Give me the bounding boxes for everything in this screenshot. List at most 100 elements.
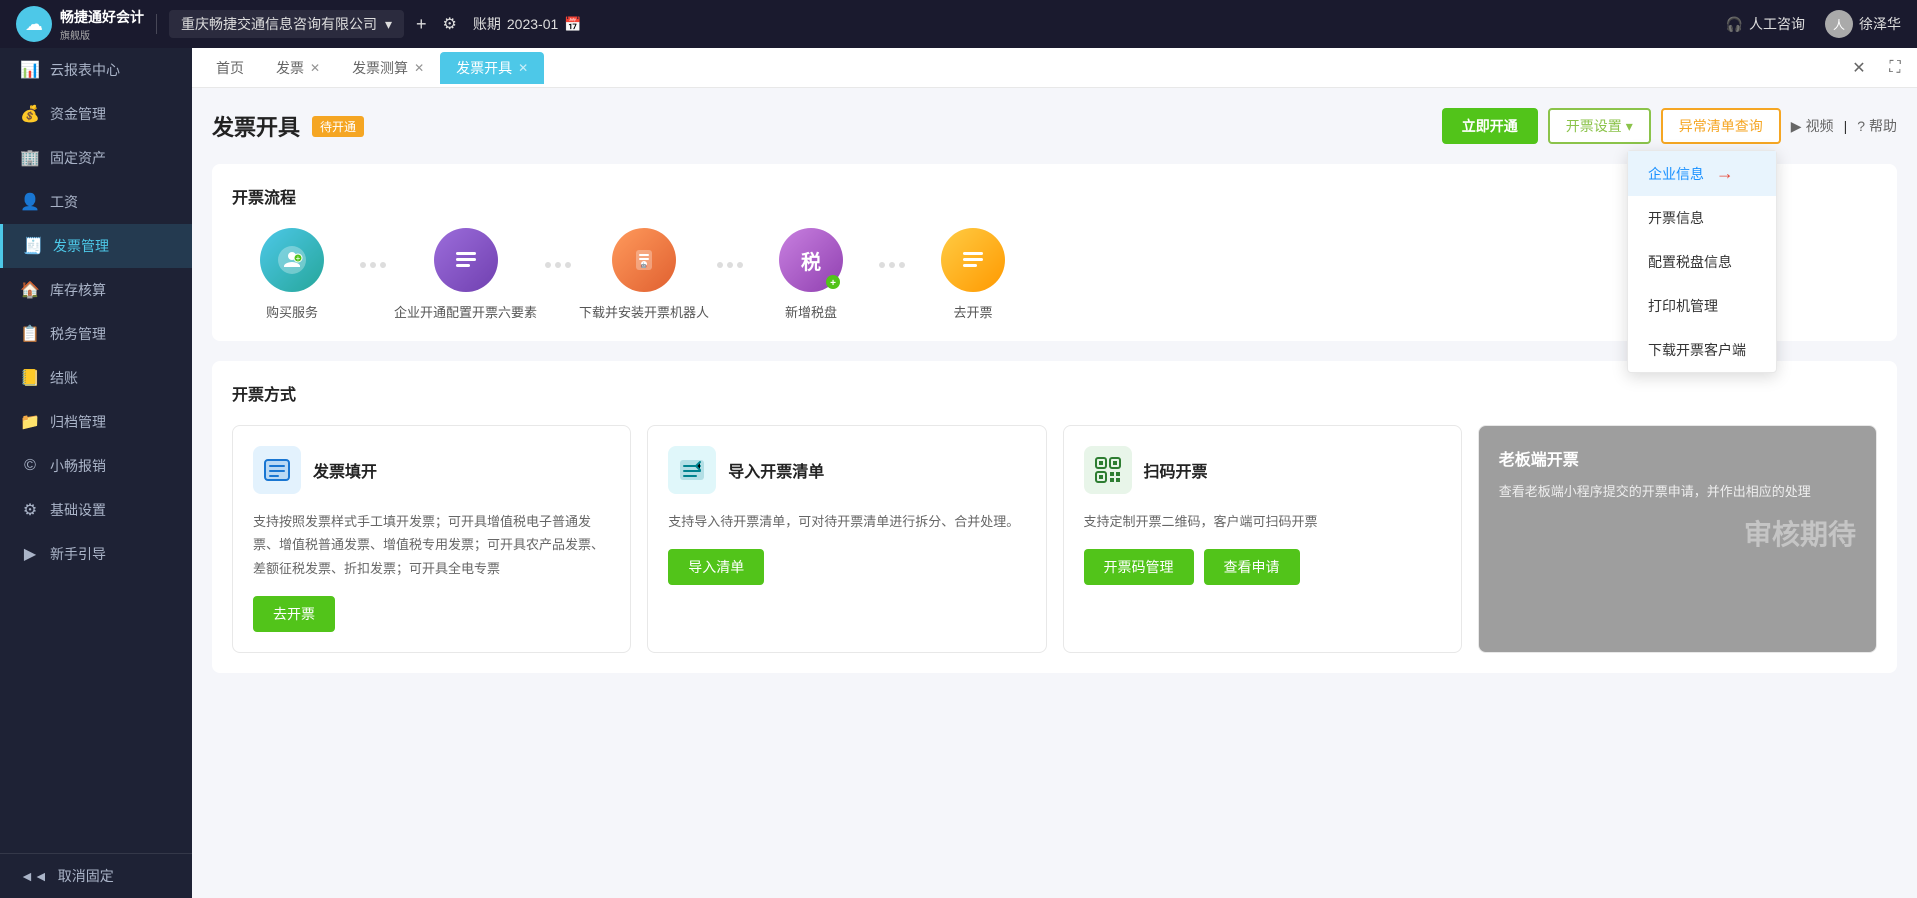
building-icon: 🏢 xyxy=(20,148,40,168)
period-label: 账期 xyxy=(473,14,501,34)
flow-step-2: 企业开通配置开票六要素 xyxy=(394,228,537,321)
user-info[interactable]: 人 徐泽华 xyxy=(1825,10,1901,38)
sidebar-item-jiezhang[interactable]: 📒 结账 xyxy=(0,356,192,400)
company-selector[interactable]: 重庆畅捷交通信息咨询有限公司 ▾ xyxy=(169,10,404,38)
scan-manage-button[interactable]: 开票码管理 xyxy=(1084,549,1194,585)
dropdown-item-download[interactable]: 下载开票客户端 xyxy=(1628,328,1776,372)
methods-section: 开票方式 发票填开 支持按照发票样式手工填开发票；可开具增值税电子普通发票、增值… xyxy=(212,361,1897,673)
help-button[interactable]: ? 帮助 xyxy=(1857,116,1897,136)
content-area: 首页 发票 ✕ 发票测算 ✕ 发票开具 ✕ ✕ ⛶ xyxy=(192,48,1917,898)
receipt-icon: 🧾 xyxy=(23,236,43,256)
settings-button[interactable]: 开票设置 ▾ xyxy=(1548,108,1651,144)
scan-title: 扫码开票 xyxy=(1144,458,1208,482)
chart-icon: 📊 xyxy=(20,60,40,80)
tab-fapiaokaiju[interactable]: 发票开具 ✕ xyxy=(440,52,544,84)
sidebar-item-guidang[interactable]: 📁 归档管理 xyxy=(0,400,192,444)
method-import-header: 导入开票清单 xyxy=(668,446,1025,494)
pending-overlay: 审核期待 xyxy=(1499,513,1856,553)
dropdown-label-kaipiaoxinxi: 开票信息 xyxy=(1648,210,1704,226)
tab-fapiao-close[interactable]: ✕ xyxy=(310,61,320,75)
import-icon xyxy=(668,446,716,494)
ledger-icon: 📒 xyxy=(20,368,40,388)
scan-view-button[interactable]: 查看申请 xyxy=(1204,549,1300,585)
company-name: 重庆畅捷交通信息咨询有限公司 xyxy=(181,14,377,34)
anomaly-button[interactable]: 异常清单查询 xyxy=(1661,108,1781,144)
connector-3 xyxy=(709,262,751,288)
sidebar-item-jichushezhi[interactable]: ⚙ 基础设置 xyxy=(0,488,192,532)
tab-fapiaocesuan-label: 发票测算 xyxy=(352,58,408,78)
activate-button[interactable]: 立即开通 xyxy=(1442,108,1538,144)
sidebar-label-kucun: 库存核算 xyxy=(50,280,106,300)
dropdown-label-download: 下载开票客户端 xyxy=(1648,342,1746,358)
sidebar-item-fapiao[interactable]: 🧾 发票管理 xyxy=(0,224,192,268)
dropdown-item-kaipiaoxinxi[interactable]: 开票信息 xyxy=(1628,196,1776,240)
video-button[interactable]: ▶ 视频 xyxy=(1791,116,1834,136)
page-content: 发票开具 待开通 立即开通 开票设置 ▾ 异常清单查询 ▶ 视频 xyxy=(192,88,1917,898)
top-bar: ☁ 畅捷通好会计 旗舰版 重庆畅捷交通信息咨询有限公司 ▾ + ⚙ 账期 202… xyxy=(0,0,1917,48)
logo-text-area: 畅捷通好会计 旗舰版 xyxy=(60,7,144,42)
tab-home[interactable]: 首页 xyxy=(200,52,260,84)
collapse-icon: ◄◄ xyxy=(20,868,48,884)
method-card-boss: 老板端开票 查看老板端小程序提交的开票申请，并作出相应的处理 审核期待 xyxy=(1478,425,1877,653)
sidebar-label-jichushezhi: 基础设置 xyxy=(50,500,106,520)
fill-go-button[interactable]: 去开票 xyxy=(253,596,335,632)
sidebar-item-xinshouyindao[interactable]: ▶ 新手引导 xyxy=(0,532,192,576)
tab-bar: 首页 发票 ✕ 发票测算 ✕ 发票开具 ✕ ✕ ⛶ xyxy=(192,48,1917,88)
add-company-icon[interactable]: + xyxy=(416,14,427,35)
expand-button[interactable]: ⛶ xyxy=(1881,54,1909,82)
sidebar-item-xiaochang[interactable]: © 小畅报销 xyxy=(0,444,192,488)
scan-icon xyxy=(1084,446,1132,494)
collapse-button[interactable]: ◄◄ 取消固定 xyxy=(0,854,192,898)
chevron-down-icon: ▾ xyxy=(1626,118,1633,135)
dropdown-item-peizhi[interactable]: 配置税盘信息 xyxy=(1628,240,1776,284)
tab-fapiao[interactable]: 发票 ✕ xyxy=(260,52,336,84)
fill-desc: 支持按照发票样式手工填开发票；可开具增值税电子普通发票、增值税普通发票、增值税专… xyxy=(253,510,610,580)
settings-icon[interactable]: ⚙ xyxy=(443,14,457,34)
dropdown-item-dayinji[interactable]: 打印机管理 xyxy=(1628,284,1776,328)
sidebar-item-shuiwu[interactable]: 📋 税务管理 xyxy=(0,312,192,356)
tab-fapiaocesuan-close[interactable]: ✕ xyxy=(414,61,424,75)
tab-fapiaokaiju-close[interactable]: ✕ xyxy=(518,61,528,75)
warehouse-icon: 🏠 xyxy=(20,280,40,300)
page-title-area: 发票开具 待开通 xyxy=(212,110,364,142)
calendar-icon[interactable]: 📅 xyxy=(564,16,581,33)
collapse-label: 取消固定 xyxy=(58,866,114,886)
flow-step-1: + 购买服务 xyxy=(232,228,352,321)
support-button[interactable]: 🎧 人工咨询 xyxy=(1726,14,1805,34)
sidebar-label-guidang: 归档管理 xyxy=(50,412,106,432)
tab-home-label: 首页 xyxy=(216,58,244,78)
sidebar-label-fapiao: 发票管理 xyxy=(53,236,109,256)
logo: ☁ 畅捷通好会计 旗舰版 xyxy=(16,6,144,42)
svg-text:+: + xyxy=(296,254,301,263)
top-bar-right: 🎧 人工咨询 人 徐泽华 xyxy=(1726,10,1901,38)
step-icon-4: 税 + xyxy=(779,228,843,292)
fill-title: 发票填开 xyxy=(313,458,377,482)
main-layout: 📊 云报表中心 💰 资金管理 🏢 固定资产 👤 工资 🧾 发票管理 xyxy=(0,48,1917,898)
sidebar-item-kucun[interactable]: 🏠 库存核算 xyxy=(0,268,192,312)
dropdown-item-qiyexinxi[interactable]: 企业信息 → xyxy=(1628,151,1776,196)
step-label-2: 企业开通配置开票六要素 xyxy=(394,302,537,321)
gear-icon: ⚙ xyxy=(20,500,40,520)
step-label-5: 去开票 xyxy=(954,302,993,321)
sidebar-label-yunbaobiao: 云报表中心 xyxy=(50,60,120,80)
tab-close-area: ✕ ⛶ xyxy=(1845,54,1909,82)
sidebar-item-gongzi[interactable]: 👤 工资 xyxy=(0,180,192,224)
sidebar-label-jiezhang: 结账 xyxy=(50,368,78,388)
logo-name: 畅捷通好会计 xyxy=(60,7,144,27)
sidebar-item-zijin[interactable]: 💰 资金管理 xyxy=(0,92,192,136)
settings-dropdown: 企业信息 → 开票信息 配置税盘信息 打印机管理 xyxy=(1627,150,1777,373)
tab-fapiaocesuan[interactable]: 发票测算 ✕ xyxy=(336,52,440,84)
import-button[interactable]: 导入清单 xyxy=(668,549,764,585)
top-bar-left: ☁ 畅捷通好会计 旗舰版 重庆畅捷交通信息咨询有限公司 ▾ + ⚙ 账期 202… xyxy=(16,6,582,42)
money-icon: 💰 xyxy=(20,104,40,124)
step-icon-5 xyxy=(941,228,1005,292)
sidebar-item-gudingzichan[interactable]: 🏢 固定资产 xyxy=(0,136,192,180)
step-icon-1: + xyxy=(260,228,324,292)
close-all-button[interactable]: ✕ xyxy=(1845,54,1873,82)
video-label: 视频 xyxy=(1806,116,1834,136)
connector-4 xyxy=(871,262,913,288)
play-circle-icon: ▶ xyxy=(1791,118,1802,135)
method-card-fill: 发票填开 支持按照发票样式手工填开发票；可开具增值税电子普通发票、增值税普通发票… xyxy=(232,425,631,653)
sidebar-item-yunbaobiao[interactable]: 📊 云报表中心 xyxy=(0,48,192,92)
tax-icon: 📋 xyxy=(20,324,40,344)
